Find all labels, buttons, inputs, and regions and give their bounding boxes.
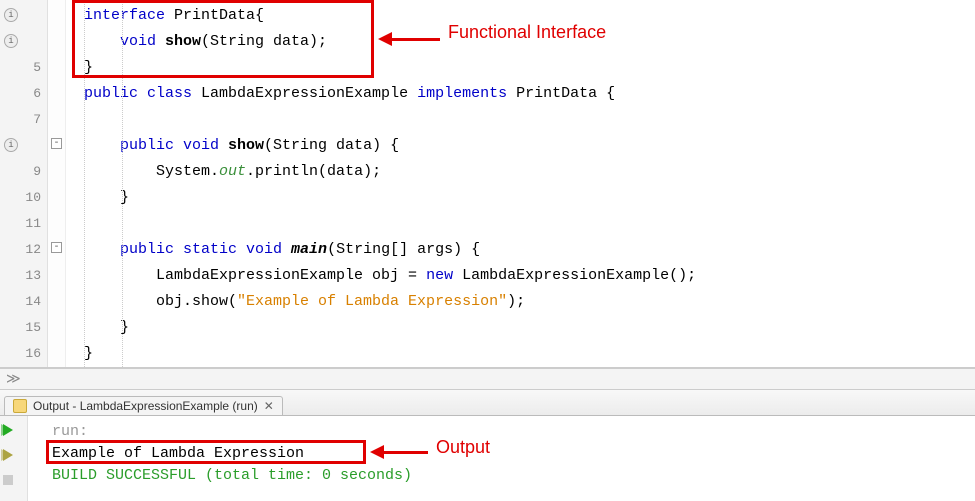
- close-icon[interactable]: ✕: [264, 399, 274, 413]
- line-number: 14: [25, 294, 41, 309]
- line-number: 5: [33, 60, 41, 75]
- line-number: 6: [33, 86, 41, 101]
- output-line-run: run:: [52, 420, 975, 442]
- line-number: 16: [25, 346, 41, 361]
- code-editor: i i 5 6 7 i 9 10 11 12 13 14 15 16 - - i…: [0, 0, 975, 368]
- output-tab-icon: [13, 399, 27, 413]
- line-number: 9: [33, 164, 41, 179]
- annotation-arrow: [378, 32, 440, 46]
- run-icon[interactable]: [0, 422, 16, 438]
- fold-gutter: - -: [48, 0, 66, 367]
- override-icon: i: [4, 138, 18, 152]
- code-area[interactable]: interface PrintData{ void show(String da…: [66, 0, 975, 367]
- fold-toggle[interactable]: -: [51, 242, 62, 253]
- line-number: 12: [25, 242, 41, 257]
- output-gutter: [0, 416, 28, 501]
- annotation-label-output: Output: [436, 437, 490, 458]
- fold-toggle[interactable]: -: [51, 138, 62, 149]
- line-number: 15: [25, 320, 41, 335]
- output-line-build: BUILD SUCCESSFUL (total time: 0 seconds): [52, 464, 975, 486]
- annotation-label-functional-interface: Functional Interface: [448, 22, 606, 43]
- line-number: 11: [25, 216, 41, 231]
- breadcrumb-bar: ≫: [0, 368, 975, 390]
- output-tabbar: Output - LambdaExpressionExample (run) ✕: [0, 390, 975, 416]
- output-tab-title: Output - LambdaExpressionExample (run): [33, 399, 258, 413]
- output-text[interactable]: run: Example of Lambda Expression BUILD …: [28, 416, 975, 501]
- annotation-arrow: [370, 445, 428, 459]
- stop-icon[interactable]: [0, 472, 16, 488]
- line-number-gutter: i i 5 6 7 i 9 10 11 12 13 14 15 16: [0, 0, 48, 367]
- chevrons-icon[interactable]: ≫: [6, 371, 21, 388]
- output-tab[interactable]: Output - LambdaExpressionExample (run) ✕: [4, 396, 283, 415]
- line-number: 10: [25, 190, 41, 205]
- override-icon: i: [4, 34, 18, 48]
- output-panel: run: Example of Lambda Expression BUILD …: [0, 416, 975, 501]
- line-number: 7: [33, 112, 41, 127]
- override-icon: i: [4, 8, 18, 22]
- line-number: 13: [25, 268, 41, 283]
- rerun-icon[interactable]: [0, 447, 16, 463]
- output-line-result: Example of Lambda Expression: [52, 442, 975, 464]
